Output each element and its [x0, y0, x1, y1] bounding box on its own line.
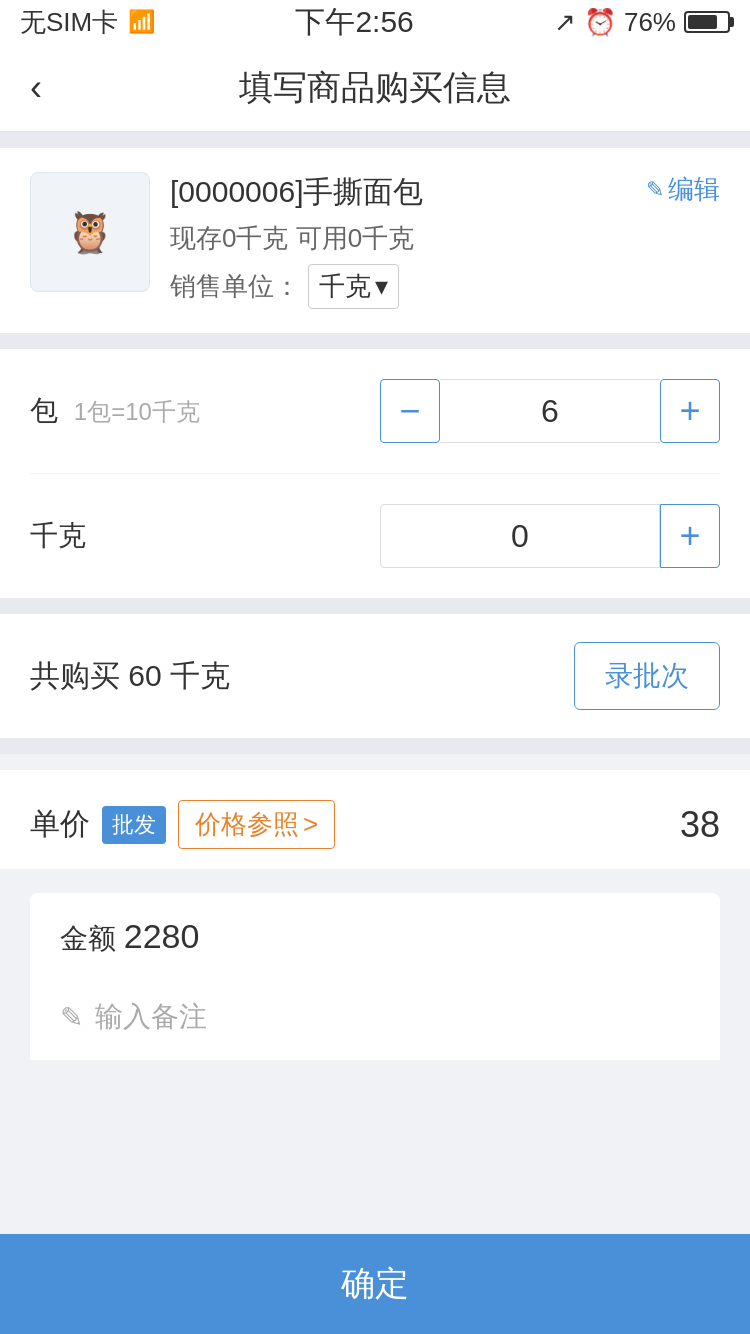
battery-percent: 76%	[624, 7, 676, 38]
price-ref-label: 价格参照	[195, 807, 299, 842]
status-time: 下午2:56	[295, 2, 413, 43]
pack-quantity-control: − +	[380, 379, 720, 443]
unit-dropdown[interactable]: 千克 ▾	[308, 264, 399, 309]
product-image: 🦉	[30, 172, 150, 292]
total-amount: 60	[128, 659, 170, 692]
carrier-text: 无SIM卡	[20, 5, 118, 40]
location-icon: ↗	[554, 7, 576, 38]
pack-minus-button[interactable]: −	[380, 379, 440, 443]
product-unit-row: 销售单位： 千克 ▾	[170, 264, 720, 309]
price-row: 单价 批发 价格参照 > 38	[30, 800, 720, 849]
status-bar: 无SIM卡 📶 下午2:56 ↗ ⏰ 76%	[0, 0, 750, 44]
price-section: 单价 批发 价格参照 > 38	[0, 770, 750, 869]
price-label-group: 单价 批发 价格参照 >	[30, 800, 335, 849]
total-unit: 千克	[170, 659, 230, 692]
total-label: 共购买	[30, 659, 128, 692]
status-right: ↗ ⏰ 76%	[554, 7, 730, 38]
pack-plus-button[interactable]: +	[660, 379, 720, 443]
pack-row: 包 1包=10千克 − +	[30, 349, 720, 474]
edit-icon: ✎	[646, 177, 664, 203]
nav-bar: ‹ 填写商品购买信息	[0, 44, 750, 132]
pack-label: 包	[30, 395, 58, 426]
confirm-button-label: 确定	[341, 1261, 409, 1307]
amount-row: 金额 2280	[30, 893, 720, 982]
product-name: [0000006]手撕面包	[170, 172, 720, 213]
kg-row: 千克 +	[30, 474, 720, 598]
divider-3	[0, 598, 750, 614]
remark-placeholder: 输入备注	[95, 998, 207, 1036]
price-ref-arrow-icon: >	[303, 809, 318, 840]
edit-label: 编辑	[668, 172, 720, 207]
battery-bar	[684, 11, 730, 33]
pack-hint: 1包=10千克	[74, 398, 200, 425]
status-left: 无SIM卡 📶	[20, 5, 155, 40]
pencil-icon: ✎	[60, 1001, 83, 1034]
battery-fill	[688, 15, 717, 29]
remark-row[interactable]: ✎ 输入备注	[30, 982, 720, 1060]
product-logo-icon: 🦉	[65, 209, 115, 256]
back-button[interactable]: ‹	[20, 57, 52, 119]
confirm-button[interactable]: 确定	[0, 1234, 750, 1334]
kg-label: 千克	[30, 517, 86, 555]
wifi-icon: 📶	[128, 9, 155, 35]
pack-quantity-input[interactable]	[440, 379, 660, 443]
dropdown-arrow-icon: ▾	[375, 271, 388, 302]
page-title: 填写商品购买信息	[239, 65, 511, 111]
input-section: 包 1包=10千克 − + 千克 +	[0, 349, 750, 598]
product-info: [0000006]手撕面包 现存0千克 可用0千克 销售单位： 千克 ▾	[170, 172, 720, 309]
divider-2	[0, 333, 750, 349]
kg-plus-button[interactable]: +	[660, 504, 720, 568]
product-card: 🦉 [0000006]手撕面包 现存0千克 可用0千克 销售单位： 千克 ▾ ✎…	[0, 148, 750, 333]
total-text-group: 共购买 60 千克	[30, 656, 230, 697]
unit-value: 千克	[319, 269, 371, 304]
divider-1	[0, 132, 750, 148]
price-value: 38	[680, 804, 720, 846]
amount-section: 金额 2280 ✎ 输入备注	[0, 869, 750, 1060]
price-tag: 批发	[102, 806, 166, 844]
price-label: 单价	[30, 804, 90, 845]
batch-button[interactable]: 录批次	[574, 642, 720, 710]
edit-button[interactable]: ✎ 编辑	[646, 172, 720, 207]
pack-label-group: 包 1包=10千克	[30, 392, 200, 430]
product-stock: 现存0千克 可用0千克	[170, 221, 720, 256]
kg-quantity-control: +	[380, 504, 720, 568]
kg-quantity-input[interactable]	[380, 504, 660, 568]
unit-label: 销售单位：	[170, 269, 300, 304]
amount-value: 2280	[124, 917, 200, 955]
alarm-icon: ⏰	[584, 7, 616, 38]
amount-label: 金额 2280	[60, 923, 199, 954]
price-ref-button[interactable]: 价格参照 >	[178, 800, 335, 849]
divider-4	[0, 738, 750, 754]
total-section: 共购买 60 千克 录批次	[0, 614, 750, 738]
